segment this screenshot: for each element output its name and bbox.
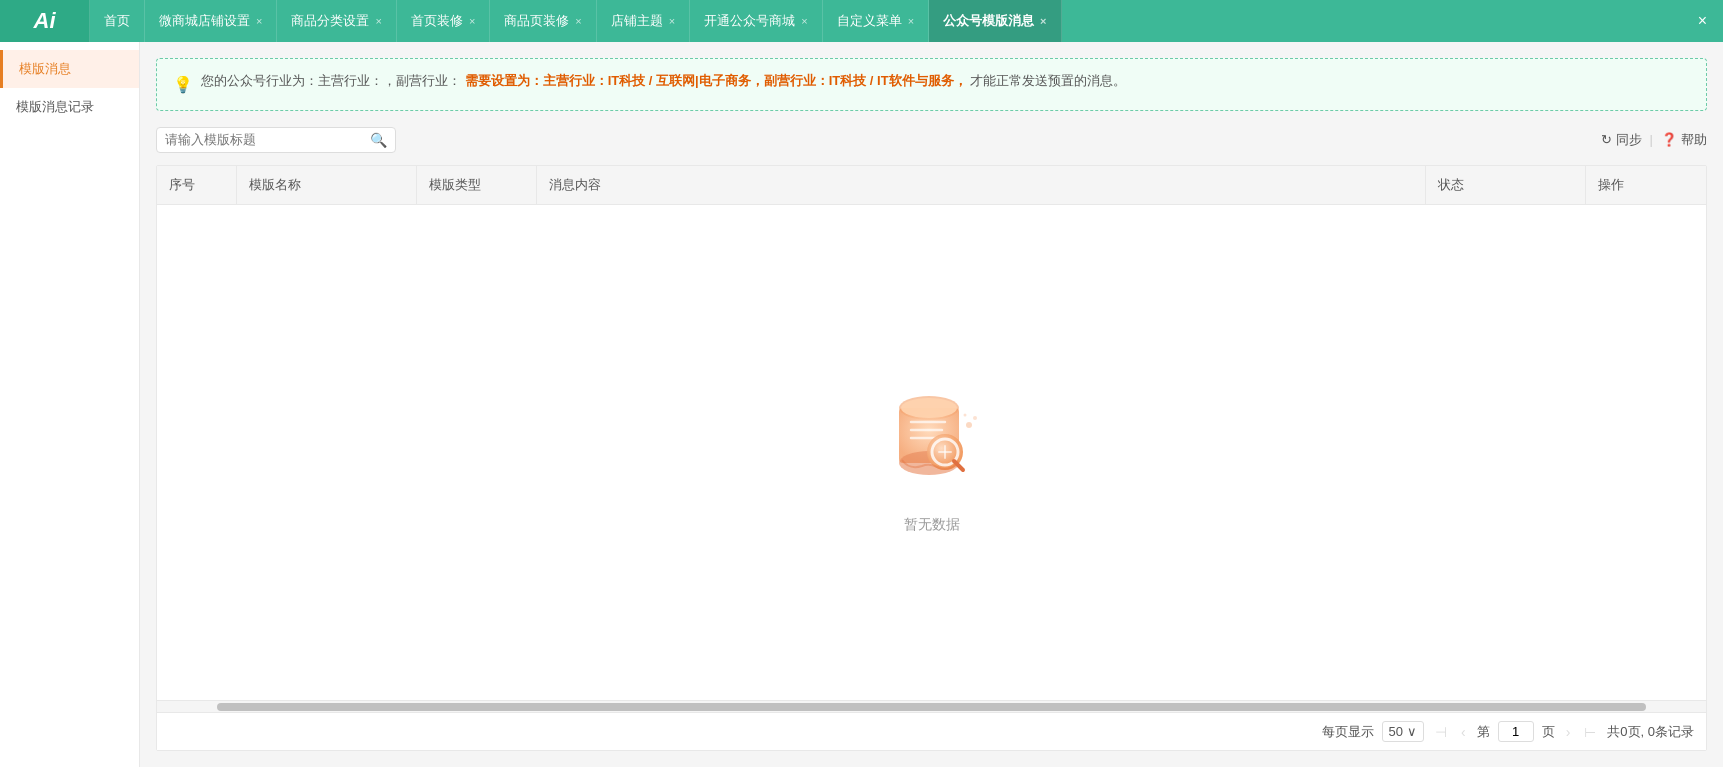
svg-point-13 bbox=[973, 416, 977, 420]
info-banner: 💡 您的公众号行业为：主营行业：，副营行业： 需要设置为：主营行业：IT科技 /… bbox=[156, 58, 1707, 111]
close-tab-category-settings[interactable]: × bbox=[375, 15, 381, 27]
col-header-status: 状态 bbox=[1426, 166, 1586, 204]
nav-tab-home-decor[interactable]: 首页装修 × bbox=[397, 0, 490, 42]
close-tab-open-mall[interactable]: × bbox=[801, 15, 807, 27]
toolbar-right: ↻ 同步 | ❓ 帮助 bbox=[1601, 131, 1707, 149]
page-size-select[interactable]: 50 ∨ bbox=[1382, 721, 1424, 742]
scrollbar-thumb[interactable] bbox=[217, 703, 1646, 711]
sync-button[interactable]: ↻ 同步 bbox=[1601, 131, 1642, 149]
help-button[interactable]: ❓ 帮助 bbox=[1661, 131, 1707, 149]
svg-point-14 bbox=[963, 414, 966, 417]
nav-tab-home[interactable]: 首页 bbox=[90, 0, 145, 42]
toolbar-divider: | bbox=[1650, 132, 1653, 147]
svg-point-3 bbox=[901, 398, 957, 418]
search-input[interactable] bbox=[165, 132, 364, 147]
empty-text: 暂无数据 bbox=[904, 516, 960, 534]
nav-tab-open-mall[interactable]: 开通公众号商城 × bbox=[690, 0, 822, 42]
table-container: 序号 模版名称 模版类型 消息内容 状态 操作 bbox=[156, 165, 1707, 751]
col-header-template-name: 模版名称 bbox=[237, 166, 417, 204]
page-size-label: 每页显示 bbox=[1322, 723, 1374, 741]
col-header-action: 操作 bbox=[1586, 166, 1706, 204]
search-box: 🔍 bbox=[156, 127, 396, 153]
nav-tab-template-msg[interactable]: 公众号模版消息 × bbox=[929, 0, 1061, 42]
sidebar: 模版消息 模版消息记录 bbox=[0, 42, 140, 767]
page-label-before: 第 bbox=[1477, 723, 1490, 741]
app-logo: Ai bbox=[0, 0, 90, 42]
bulb-icon: 💡 bbox=[173, 72, 193, 98]
col-header-msg-content: 消息内容 bbox=[537, 166, 1426, 204]
main-layout: 模版消息 模版消息记录 💡 您的公众号行业为：主营行业：，副营行业： 需要设置为… bbox=[0, 42, 1723, 767]
close-tab-store-theme[interactable]: × bbox=[669, 15, 675, 27]
sidebar-item-template-msg-record[interactable]: 模版消息记录 bbox=[0, 88, 139, 126]
sync-icon: ↻ bbox=[1601, 132, 1612, 147]
pagination: 每页显示 50 ∨ ⊣ ‹ 第 页 › ⊢ 共0页, 0条记录 bbox=[157, 712, 1706, 750]
total-info: 共0页, 0条记录 bbox=[1607, 723, 1694, 741]
content-area: 💡 您的公众号行业为：主营行业：，副营行业： 需要设置为：主营行业：IT科技 /… bbox=[140, 42, 1723, 767]
page-input[interactable] bbox=[1498, 721, 1534, 742]
page-label-after: 页 bbox=[1542, 723, 1555, 741]
close-tab-template-msg[interactable]: × bbox=[1040, 15, 1046, 27]
help-icon: ❓ bbox=[1661, 132, 1677, 147]
svg-point-12 bbox=[966, 422, 972, 428]
close-tab-custom-menu[interactable]: × bbox=[908, 15, 914, 27]
col-header-template-type: 模版类型 bbox=[417, 166, 537, 204]
col-header-index: 序号 bbox=[157, 166, 237, 204]
nav-tab-category-settings[interactable]: 商品分类设置 × bbox=[277, 0, 396, 42]
close-all-tabs[interactable]: × bbox=[1682, 0, 1723, 42]
next-page-button[interactable]: › bbox=[1563, 724, 1574, 740]
close-tab-store-settings[interactable]: × bbox=[256, 15, 262, 27]
empty-illustration bbox=[867, 370, 997, 500]
search-icon[interactable]: 🔍 bbox=[370, 132, 387, 148]
toolbar: 🔍 ↻ 同步 | ❓ 帮助 bbox=[156, 127, 1707, 153]
first-page-button[interactable]: ⊣ bbox=[1432, 724, 1450, 740]
top-nav: Ai 首页 微商城店铺设置 × 商品分类设置 × 首页装修 × 商品页装修 × … bbox=[0, 0, 1723, 42]
nav-tab-store-settings[interactable]: 微商城店铺设置 × bbox=[145, 0, 277, 42]
horizontal-scrollbar[interactable] bbox=[157, 700, 1706, 712]
nav-tab-custom-menu[interactable]: 自定义菜单 × bbox=[823, 0, 929, 42]
nav-tab-store-theme[interactable]: 店铺主题 × bbox=[597, 0, 690, 42]
prev-page-button[interactable]: ‹ bbox=[1458, 724, 1469, 740]
chevron-down-icon: ∨ bbox=[1407, 724, 1417, 739]
empty-state: 暂无数据 bbox=[157, 205, 1706, 700]
close-tab-home-decor[interactable]: × bbox=[469, 15, 475, 27]
sidebar-item-template-msg[interactable]: 模版消息 bbox=[0, 50, 139, 88]
close-tab-product-decor[interactable]: × bbox=[575, 15, 581, 27]
last-page-button[interactable]: ⊢ bbox=[1581, 724, 1599, 740]
nav-tab-product-decor[interactable]: 商品页装修 × bbox=[490, 0, 596, 42]
table-header: 序号 模版名称 模版类型 消息内容 状态 操作 bbox=[157, 166, 1706, 205]
